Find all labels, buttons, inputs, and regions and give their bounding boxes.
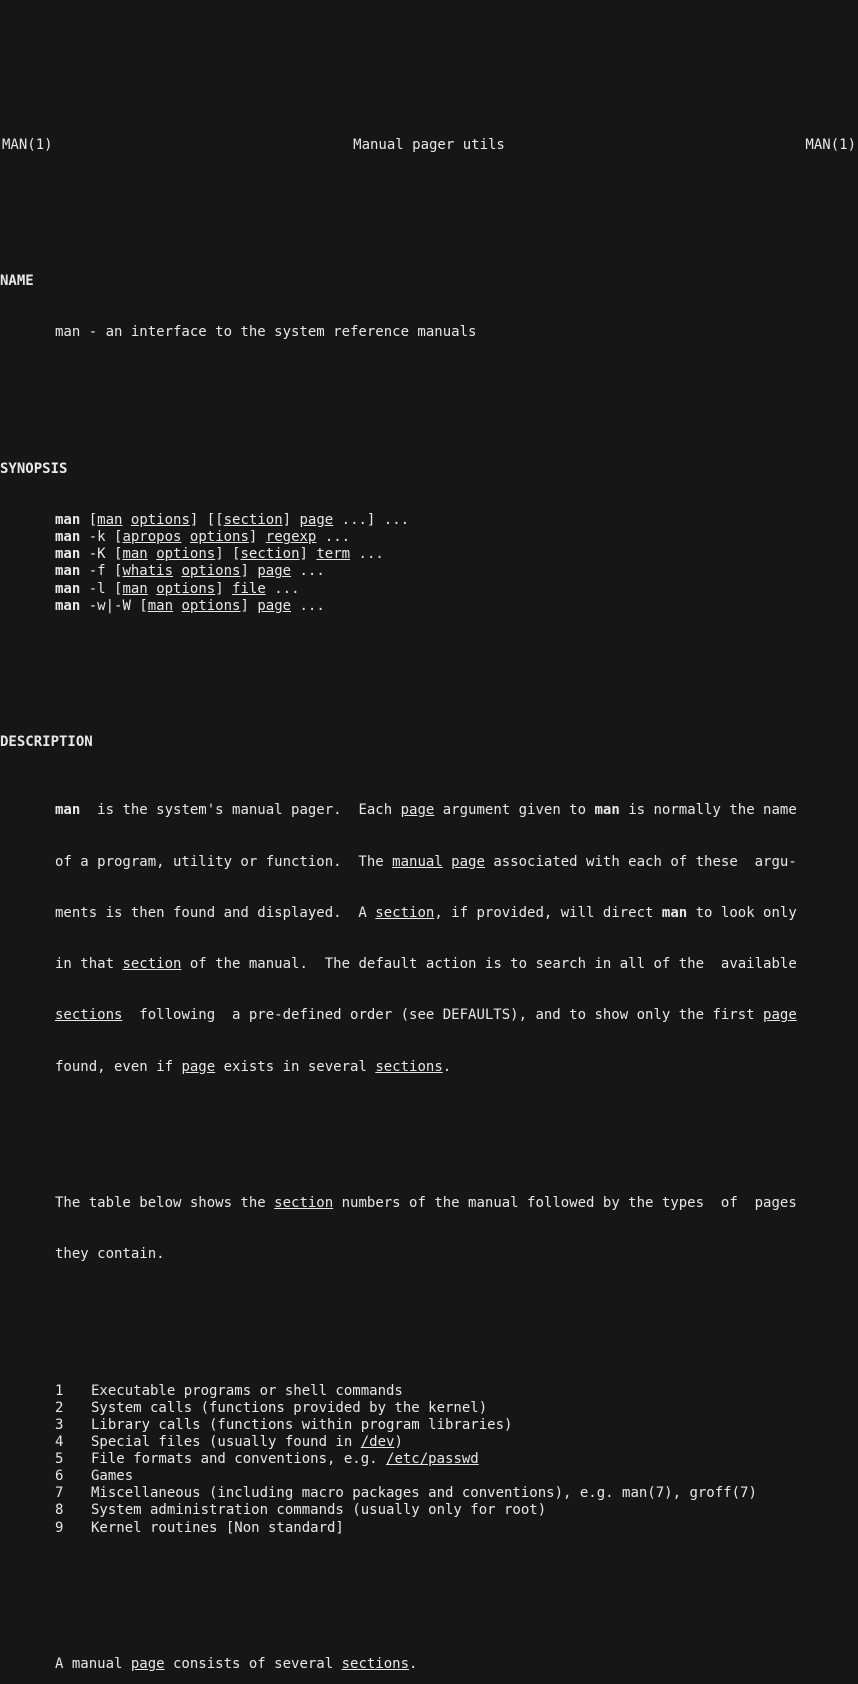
section-row: 6Games: [55, 1468, 858, 1485]
man-page-viewer[interactable]: MAN(1) Manual pager utils MAN(1) NAME ma…: [0, 68, 858, 1684]
section-row: 8System administration commands (usually…: [55, 1502, 858, 1519]
section-heading-name: NAME: [0, 273, 858, 290]
section-row: 5File formats and conventions, e.g. /etc…: [55, 1451, 858, 1468]
section-row: 2System calls (functions provided by the…: [55, 1400, 858, 1417]
header-right: MAN(1): [805, 137, 856, 154]
synopsis-line: man -l [man options] file ...: [55, 581, 858, 598]
name-line: man - an interface to the system referen…: [55, 324, 858, 341]
synopsis-line: man -k [apropos options] regexp ...: [55, 529, 858, 546]
section-heading-description: DESCRIPTION: [0, 734, 858, 751]
synopsis-block: man [man options] [[section] page ...] .…: [55, 512, 858, 614]
synopsis-line: man [man options] [[section] page ...] .…: [55, 512, 858, 529]
header-left: MAN(1): [2, 137, 53, 154]
section-row: 7Miscellaneous (including macro packages…: [55, 1485, 858, 1502]
section-row: 1Executable programs or shell commands: [55, 1383, 858, 1400]
section-row: 3Library calls (functions within program…: [55, 1417, 858, 1434]
section-row: 4Special files (usually found in /dev): [55, 1434, 858, 1451]
synopsis-line: man -f [whatis options] page ...: [55, 563, 858, 580]
synopsis-line: man -w|-W [man options] page ...: [55, 598, 858, 615]
description-para-1: man is the system's manual pager. Each p…: [55, 802, 858, 819]
section-heading-synopsis: SYNOPSIS: [0, 461, 858, 478]
section-numbers-table: 1Executable programs or shell commands2S…: [55, 1383, 858, 1537]
synopsis-line: man -K [man options] [section] term ...: [55, 546, 858, 563]
section-row: 9Kernel routines [Non standard]: [55, 1520, 858, 1537]
header-center: Manual pager utils: [353, 137, 505, 154]
man-page-header: MAN(1) Manual pager utils MAN(1): [0, 137, 858, 154]
